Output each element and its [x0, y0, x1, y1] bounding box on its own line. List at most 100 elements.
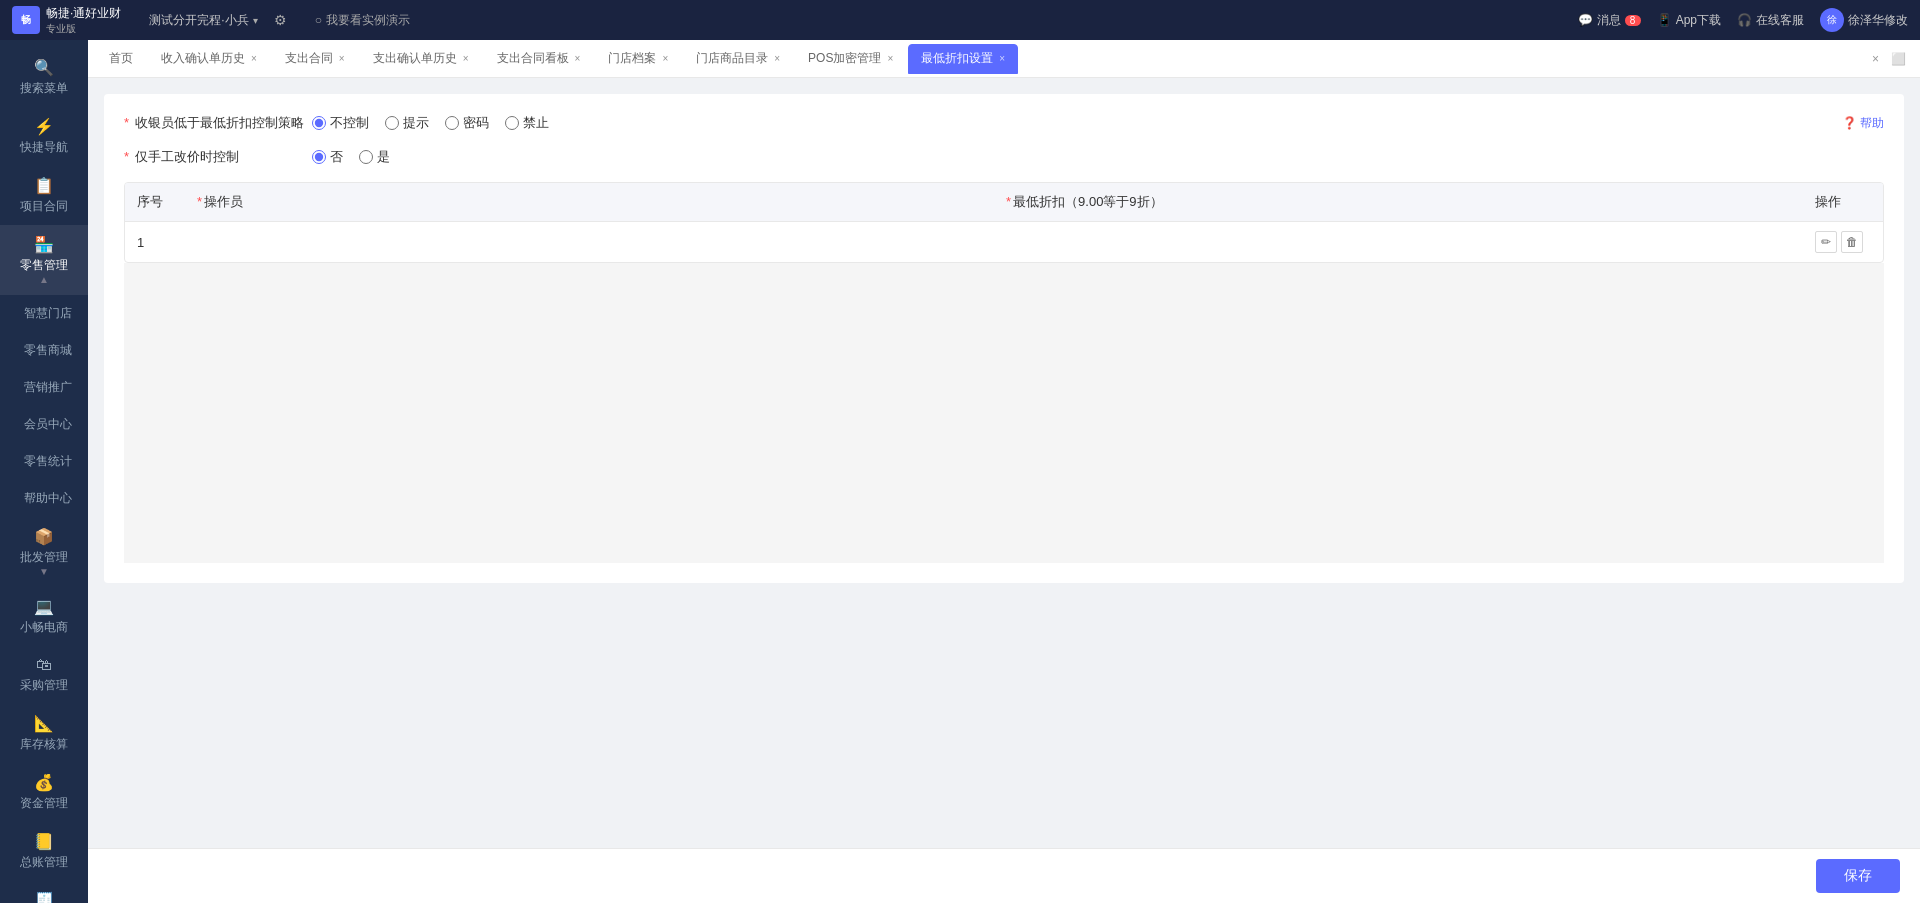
main-layout: 🔍 搜索菜单 ⚡ 快捷导航 📋 项目合同 🏪 零售管理 ▲ 智慧门店 零售商城 … [0, 40, 1920, 903]
tab-expand-btn[interactable]: ⬜ [1889, 50, 1908, 68]
tab-expenditure-history-close[interactable]: × [463, 53, 469, 64]
avatar: 徐 [1820, 8, 1844, 32]
help-button[interactable]: ❓ 帮助 [1842, 115, 1884, 132]
tab-expenditure-board-close[interactable]: × [575, 53, 581, 64]
page-footer: 保存 [88, 848, 1920, 903]
sidebar-item-ecommerce[interactable]: 💻 小畅电商 [0, 587, 88, 646]
logo-area: 畅 畅捷·通好业财 专业版 [12, 5, 121, 36]
sidebar-item-marketing[interactable]: 营销推广 [0, 369, 88, 406]
tab-store-file-label: 门店档案 [608, 50, 656, 67]
tab-pos-password-close[interactable]: × [887, 53, 893, 64]
tab-home[interactable]: 首页 [96, 44, 146, 74]
discount-radio-no-control[interactable] [312, 116, 326, 130]
discount-radio-password[interactable] [445, 116, 459, 130]
sidebar-label-ledger: 总账管理 [20, 854, 68, 871]
tab-store-file[interactable]: 门店档案 × [595, 44, 681, 74]
manual-price-option-no[interactable]: 否 [312, 148, 343, 166]
discount-radio-forbid[interactable] [505, 116, 519, 130]
sidebar-item-search[interactable]: 🔍 搜索菜单 [0, 48, 88, 107]
manual-price-row: * 仅手工改价时控制 否 是 [124, 148, 1884, 166]
help-icon: ❓ [1842, 116, 1857, 130]
content-area: 首页 收入确认单历史 × 支出合同 × 支出确认单历史 × 支出合同看板 × 门… [88, 40, 1920, 903]
sidebar-item-ledger[interactable]: 📒 总账管理 [0, 822, 88, 881]
tab-expenditure-history-label: 支出确认单历史 [373, 50, 457, 67]
table-row: 1 ✏ 🗑 [125, 222, 1883, 262]
tab-store-products-close[interactable]: × [774, 53, 780, 64]
save-button[interactable]: 保存 [1816, 859, 1900, 893]
table-body: 1 ✏ 🗑 [125, 222, 1883, 262]
tab-min-discount[interactable]: 最低折扣设置 × [908, 44, 1018, 74]
header-settings-icon[interactable]: ⚙ [274, 12, 287, 28]
discount-control-options: 不控制 提示 密码 禁止 [312, 114, 549, 132]
tab-min-discount-close[interactable]: × [999, 53, 1005, 64]
discount-option-no-control[interactable]: 不控制 [312, 114, 369, 132]
sidebar-item-smart-store[interactable]: 智慧门店 [0, 295, 88, 332]
sidebar-label-quicknav: 快捷导航 [20, 139, 68, 156]
search-icon: 🔍 [34, 58, 54, 77]
tab-expenditure-history[interactable]: 支出确认单历史 × [360, 44, 482, 74]
top-header: 畅 畅捷·通好业财 专业版 测试分开完程·小兵 ▾ ⚙ ○ 我要看实例演示 💬 … [0, 0, 1920, 40]
online-service-icon: 🎧 [1737, 13, 1752, 27]
project-selector[interactable]: 测试分开完程·小兵 ▾ [149, 12, 257, 29]
project-name: 测试分开完程·小兵 [149, 12, 248, 29]
tab-pos-password-label: POS加密管理 [808, 50, 881, 67]
col-actions: 操作 [1803, 183, 1883, 221]
delete-row-btn[interactable]: 🗑 [1841, 231, 1863, 253]
retail-mall-label: 零售商城 [24, 342, 72, 359]
sidebar-item-quicknav[interactable]: ⚡ 快捷导航 [0, 107, 88, 166]
sidebar-item-invoice[interactable]: 🧾 发票管理 [0, 881, 88, 903]
retail-icon: 🏪 [34, 235, 54, 254]
sidebar-item-wholesale[interactable]: 📦 批发管理 ▼ [0, 517, 88, 587]
tab-expenditure-contract[interactable]: 支出合同 × [272, 44, 358, 74]
manual-price-option-yes[interactable]: 是 [359, 148, 390, 166]
invoice-icon: 🧾 [34, 891, 54, 903]
cell-index: 1 [125, 227, 185, 258]
messages-btn[interactable]: 💬 消息 8 [1578, 12, 1641, 29]
tab-store-products-label: 门店商品目录 [696, 50, 768, 67]
tab-store-file-close[interactable]: × [662, 53, 668, 64]
tab-pos-password[interactable]: POS加密管理 × [795, 44, 906, 74]
sidebar-item-inventory[interactable]: 📐 库存核算 [0, 704, 88, 763]
app-download-btn[interactable]: 📱 App下载 [1657, 12, 1721, 29]
manual-price-radio-no[interactable] [312, 150, 326, 164]
empty-area [124, 263, 1884, 563]
discount-option-remind[interactable]: 提示 [385, 114, 429, 132]
finance-icon: 💰 [34, 773, 54, 792]
sidebar-label-inventory: 库存核算 [20, 736, 68, 753]
wholesale-icon: 📦 [34, 527, 54, 546]
sidebar-label-finance: 资金管理 [20, 795, 68, 812]
sidebar-item-retail-stats[interactable]: 零售统计 [0, 443, 88, 480]
manual-price-radio-yes[interactable] [359, 150, 373, 164]
tab-store-products[interactable]: 门店商品目录 × [683, 44, 793, 74]
discount-option-password[interactable]: 密码 [445, 114, 489, 132]
discount-option-forbid[interactable]: 禁止 [505, 114, 549, 132]
tab-income-history[interactable]: 收入确认单历史 × [148, 44, 270, 74]
manual-price-options: 否 是 [312, 148, 390, 166]
tab-expenditure-board[interactable]: 支出合同看板 × [484, 44, 594, 74]
sidebar-label-ecommerce: 小畅电商 [20, 619, 68, 636]
discount-radio-remind[interactable] [385, 116, 399, 130]
tab-expenditure-contract-close[interactable]: × [339, 53, 345, 64]
tab-min-discount-label: 最低折扣设置 [921, 50, 993, 67]
tab-close-all-btn[interactable]: × [1870, 50, 1881, 68]
sidebar-item-purchase[interactable]: 🛍 采购管理 [0, 646, 88, 704]
tab-income-history-close[interactable]: × [251, 53, 257, 64]
online-service-btn[interactable]: 🎧 在线客服 [1737, 12, 1804, 29]
sidebar-item-retail-mall[interactable]: 零售商城 [0, 332, 88, 369]
edit-row-btn[interactable]: ✏ [1815, 231, 1837, 253]
smart-store-label: 智慧门店 [24, 305, 72, 322]
sidebar-item-help-center[interactable]: 帮助中心 [0, 480, 88, 517]
sidebar-label-retail: 零售管理 [20, 257, 68, 274]
sidebar-item-retail[interactable]: 🏪 零售管理 ▲ [0, 225, 88, 295]
help-label: 帮助 [1860, 115, 1884, 132]
sidebar-item-finance[interactable]: 💰 资金管理 [0, 763, 88, 822]
messages-icon: 💬 [1578, 13, 1593, 27]
sidebar-item-project[interactable]: 📋 项目合同 [0, 166, 88, 225]
col-min-discount: *最低折扣（9.00等于9折） [994, 183, 1803, 221]
sidebar-item-member[interactable]: 会员中心 [0, 406, 88, 443]
cell-actions: ✏ 🗑 [1803, 223, 1883, 261]
user-menu-btn[interactable]: 徐 徐泽华修改 [1820, 8, 1908, 32]
manual-required-mark: * [124, 149, 129, 164]
demo-link[interactable]: ○ 我要看实例演示 [315, 12, 410, 29]
messages-badge: 8 [1625, 15, 1641, 26]
